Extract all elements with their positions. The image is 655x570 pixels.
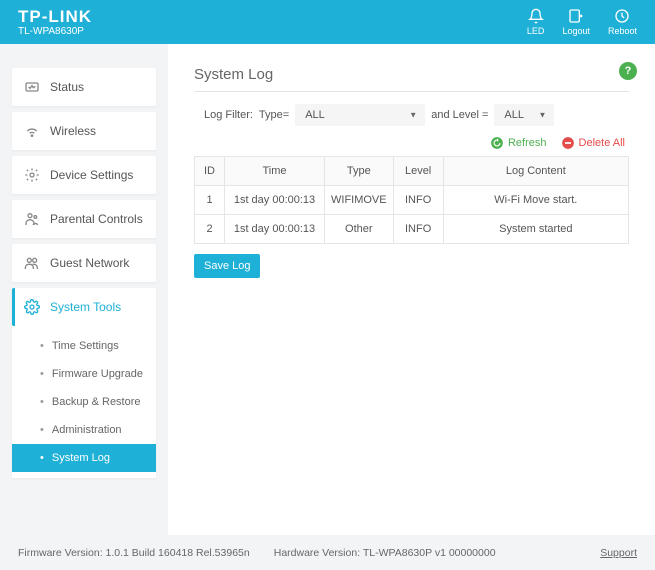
header-actions: LED Logout Reboot: [527, 8, 637, 36]
type-label: Type=: [259, 109, 289, 121]
log-actions: Refresh Delete All: [194, 136, 629, 150]
level-select[interactable]: ALL: [494, 104, 554, 126]
delete-all-button[interactable]: Delete All: [561, 136, 625, 150]
wireless-icon: [24, 123, 40, 139]
level-label: and Level =: [431, 109, 488, 121]
col-id: ID: [195, 157, 225, 186]
subnav-system-log[interactable]: System Log: [12, 444, 156, 472]
subnav-firmware-upgrade[interactable]: Firmware Upgrade: [12, 360, 156, 388]
separator: [194, 91, 629, 92]
subnav-backup-restore[interactable]: Backup & Restore: [12, 388, 156, 416]
reboot-icon: [614, 8, 630, 24]
reboot-button[interactable]: Reboot: [608, 8, 637, 36]
led-label: LED: [527, 26, 545, 36]
footer: Firmware Version: 1.0.1 Build 160418 Rel…: [0, 535, 655, 570]
save-log-button[interactable]: Save Log: [194, 254, 260, 278]
app-header: TP-LINK TL-WPA8630P LED Logout Reboot: [0, 0, 655, 44]
filter-label: Log Filter:: [204, 109, 253, 121]
refresh-label: Refresh: [508, 137, 547, 149]
brand-logo: TP-LINK: [18, 7, 92, 27]
sidebar-label: Parental Controls: [50, 212, 143, 226]
col-time: Time: [225, 157, 325, 186]
logout-icon: [568, 8, 584, 24]
sidebar-item-device-settings[interactable]: Device Settings: [12, 156, 156, 194]
gear-icon: [24, 167, 40, 183]
status-icon: [24, 79, 40, 95]
sidebar-label: Device Settings: [50, 168, 133, 182]
system-tools-subnav: Time Settings Firmware Upgrade Backup & …: [12, 326, 156, 478]
main-content: ? System Log Log Filter: Type= ALL and L…: [168, 44, 655, 535]
sidebar-item-wireless[interactable]: Wireless: [12, 112, 156, 150]
firmware-version: Firmware Version: 1.0.1 Build 160418 Rel…: [18, 547, 250, 559]
led-button[interactable]: LED: [527, 8, 545, 36]
type-select[interactable]: ALL: [295, 104, 425, 126]
sidebar-item-parental-controls[interactable]: Parental Controls: [12, 200, 156, 238]
sidebar: Status Wireless Device Settings Parental…: [0, 44, 168, 535]
refresh-button[interactable]: Refresh: [490, 136, 547, 150]
bell-icon: [528, 8, 544, 24]
subnav-administration[interactable]: Administration: [12, 416, 156, 444]
tools-icon: [24, 299, 40, 315]
sidebar-label: Guest Network: [50, 256, 129, 270]
refresh-icon: [490, 136, 504, 150]
log-filter-row: Log Filter: Type= ALL and Level = ALL: [194, 104, 629, 126]
col-level: Level: [393, 157, 443, 186]
sidebar-label: System Tools: [50, 300, 121, 314]
page-title: System Log: [194, 66, 629, 83]
brand: TP-LINK TL-WPA8630P: [18, 7, 92, 37]
hardware-version: Hardware Version: TL-WPA8630P v1 0000000…: [274, 547, 496, 559]
log-table: ID Time Type Level Log Content 1 1st day…: [194, 156, 629, 244]
help-button[interactable]: ?: [619, 62, 637, 80]
logout-label: Logout: [562, 26, 590, 36]
support-link[interactable]: Support: [600, 547, 637, 559]
table-row: 2 1st day 00:00:13 Other INFO System sta…: [195, 215, 629, 244]
table-row: 1 1st day 00:00:13 WIFIMOVE INFO Wi-Fi M…: [195, 186, 629, 215]
sidebar-item-guest-network[interactable]: Guest Network: [12, 244, 156, 282]
sidebar-label: Wireless: [50, 124, 96, 138]
brand-model: TL-WPA8630P: [18, 26, 92, 37]
col-type: Type: [325, 157, 394, 186]
col-content: Log Content: [443, 157, 628, 186]
sidebar-item-status[interactable]: Status: [12, 68, 156, 106]
guest-icon: [24, 255, 40, 271]
subnav-time-settings[interactable]: Time Settings: [12, 332, 156, 360]
delete-all-label: Delete All: [579, 137, 625, 149]
reboot-label: Reboot: [608, 26, 637, 36]
sidebar-label: Status: [50, 80, 84, 94]
delete-icon: [561, 136, 575, 150]
sidebar-item-system-tools[interactable]: System Tools: [12, 288, 156, 326]
logout-button[interactable]: Logout: [562, 8, 590, 36]
parental-icon: [24, 211, 40, 227]
